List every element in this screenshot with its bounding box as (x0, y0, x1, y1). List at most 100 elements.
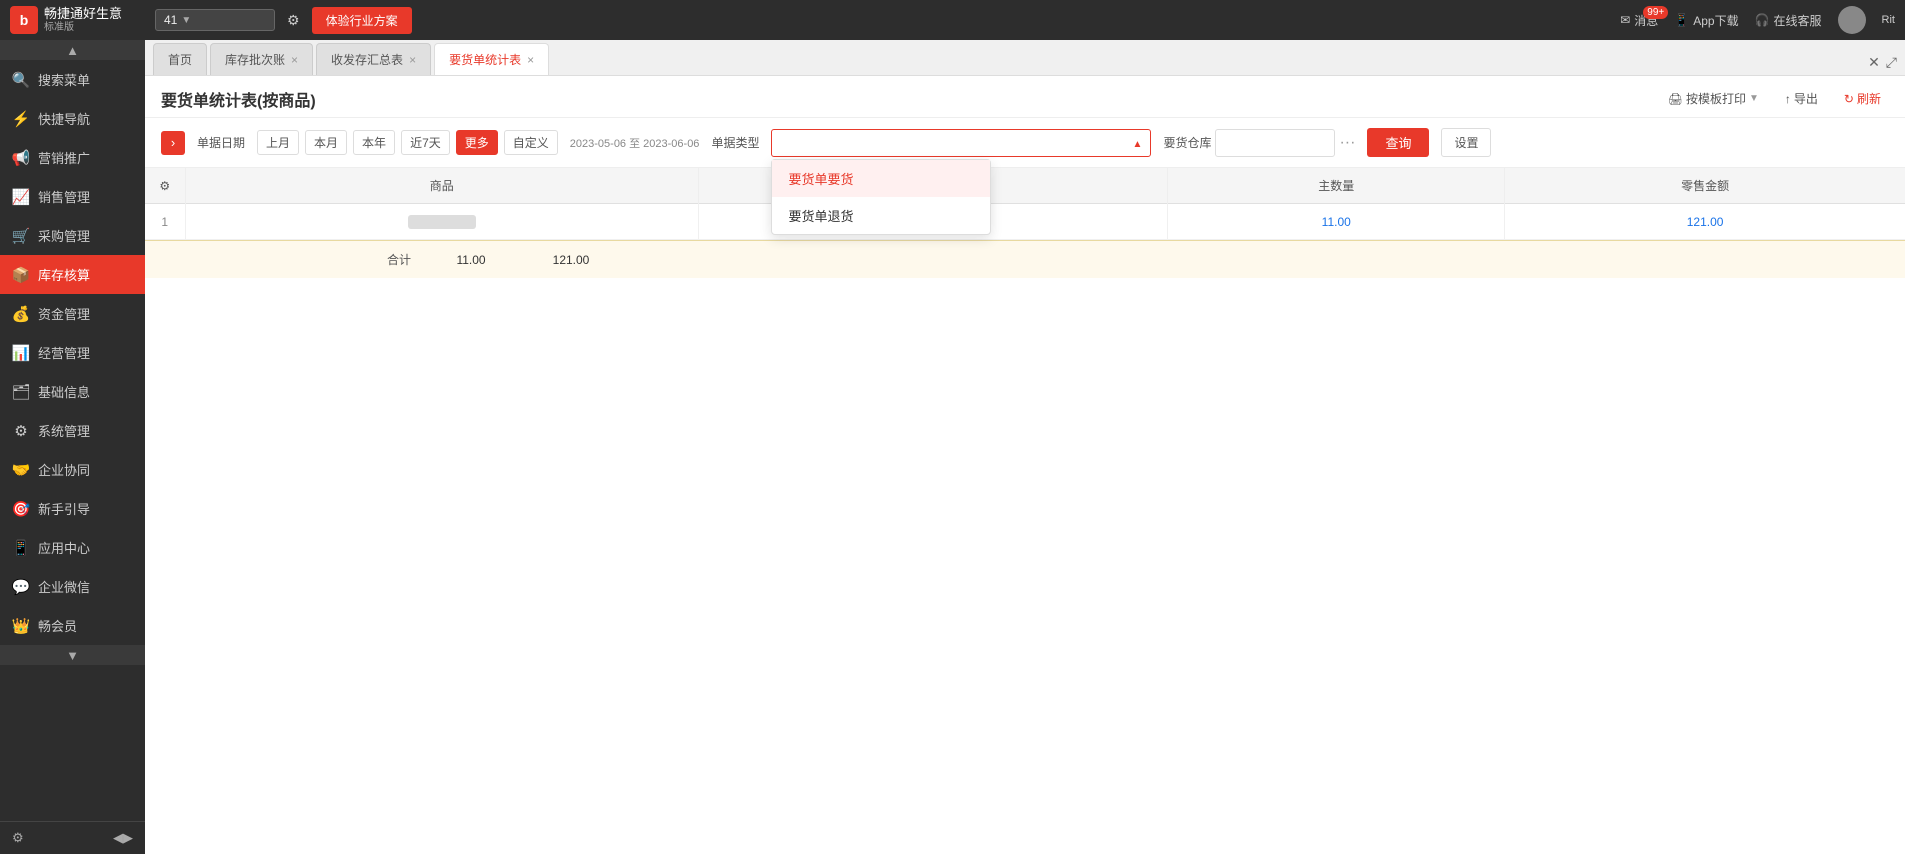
table-footer: 合计 11.00 121.00 (145, 240, 1905, 278)
tab-summary[interactable]: 收发存汇总表 × (316, 43, 431, 75)
sidebar-label-inventory: 库存核算 (38, 265, 90, 284)
sidebar-item-guide[interactable]: 🎯 新手引导 (0, 489, 145, 528)
col-product: 商品 (185, 168, 698, 204)
messages-btn[interactable]: ✉ 消息 99+ (1620, 12, 1658, 29)
tabs-bar: 首页 库存批次账 × 收发存汇总表 × 要货单统计表 × ✕ ⤢ (145, 40, 1905, 76)
tab-batch-close[interactable]: × (291, 53, 298, 67)
dropdown-item-order[interactable]: 要货单要货 (772, 160, 990, 197)
tab-home[interactable]: 首页 (153, 43, 207, 75)
app-version: 标准版 (44, 22, 122, 34)
sidebar-item-sales[interactable]: 📈 销售管理 (0, 177, 145, 216)
warehouse-filter: 要货仓库 ··· (1163, 129, 1355, 157)
print-template-btn[interactable]: 🖨 按模板打印 ▼ (1660, 86, 1767, 111)
footer-quantity: 11.00 (431, 253, 511, 267)
user-avatar[interactable] (1838, 6, 1866, 34)
sidebar-label-marketing: 营销推广 (38, 148, 90, 167)
export-btn[interactable]: ↑ 导出 (1777, 86, 1826, 111)
sidebar-item-search[interactable]: 🔍 搜索菜单 (0, 60, 145, 99)
online-service-btn[interactable]: 🎧 在线客服 (1755, 12, 1822, 29)
date-this-month-btn[interactable]: 本月 (305, 130, 347, 155)
row-quantity[interactable]: 11.00 (1168, 204, 1505, 240)
print-chevron-icon: ▼ (1749, 93, 1759, 104)
sidebar-settings-icon[interactable]: ⚙ (12, 830, 24, 846)
app-name: 畅捷通好生意 (44, 6, 122, 22)
type-select-box[interactable] (771, 129, 1151, 157)
dropdown-order-label: 要货单要货 (788, 172, 853, 187)
member-icon: 👑 (12, 617, 30, 635)
header-center: 41 ▼ ⚙ 体验行业方案 (155, 7, 1620, 34)
logo-text: 畅捷通好生意 标准版 (44, 6, 122, 34)
filter-expand-btn[interactable]: › (161, 131, 185, 155)
filter-bar: › 单据日期 上月 本月 本年 近7天 更多 自定义 2023-05-06 至 … (145, 118, 1905, 168)
sidebar-item-inventory[interactable]: 📦 库存核算 (0, 255, 145, 294)
sidebar-label-system: 系统管理 (38, 421, 90, 440)
dropdown-return-label: 要货单退货 (788, 209, 853, 224)
app-download-btn[interactable]: 📱 App下载 (1674, 12, 1738, 29)
sidebar-item-quicknav[interactable]: ⚡ 快捷导航 (0, 99, 145, 138)
sidebar-item-member[interactable]: 👑 畅会员 (0, 606, 145, 645)
sidebar-item-wechat[interactable]: 💬 企业微信 (0, 567, 145, 606)
sidebar-collapse-icon[interactable]: ◀▶ (113, 830, 133, 846)
top-header: b 畅捷通好生意 标准版 41 ▼ ⚙ 体验行业方案 ✉ 消息 99+ 📱 Ap… (0, 0, 1905, 40)
tab-expand-icon[interactable]: ⤢ (1886, 54, 1897, 71)
marketing-icon: 📢 (12, 149, 30, 167)
sidebar-scroll-down[interactable]: ▼ (0, 645, 145, 665)
sidebar: ▲ 🔍 搜索菜单 ⚡ 快捷导航 📢 营销推广 📈 销售管理 🛒 采购管理 📦 库… (0, 40, 145, 854)
company-selector[interactable]: 41 ▼ (155, 9, 275, 31)
tab-batch[interactable]: 库存批次账 × (210, 43, 313, 75)
refresh-label: 刷新 (1857, 90, 1881, 107)
sidebar-item-operation[interactable]: 📊 经营管理 (0, 333, 145, 372)
sidebar-item-basic[interactable]: 🗂 基础信息 (0, 372, 145, 411)
sidebar-label-wechat: 企业微信 (38, 577, 90, 596)
data-table: ⚙ 商品 主计量单位 主数量 零售金额 1 ████████ (145, 168, 1905, 240)
row-amount[interactable]: 121.00 (1505, 204, 1905, 240)
sidebar-item-enterprise[interactable]: 🤝 企业协同 (0, 450, 145, 489)
tab-summary-close[interactable]: × (409, 53, 416, 67)
sidebar-item-marketing[interactable]: 📢 营销推广 (0, 138, 145, 177)
warehouse-select[interactable] (1215, 129, 1335, 157)
refresh-btn[interactable]: ↻ 刷新 (1836, 86, 1889, 111)
sidebar-item-finance[interactable]: 💰 资金管理 (0, 294, 145, 333)
date-last-month-btn[interactable]: 上月 (257, 130, 299, 155)
sidebar-label-search: 搜索菜单 (38, 70, 90, 89)
guide-icon: 🎯 (12, 500, 30, 518)
filter-type-group: 要货单要货 要货单退货 (771, 129, 1151, 157)
sidebar-scroll-up[interactable]: ▲ (0, 40, 145, 60)
sidebar-bottom: ⚙ ◀▶ (0, 821, 145, 854)
product-name-blurred: ████████ (408, 215, 476, 229)
tab-close-all-icon[interactable]: ✕ (1868, 54, 1880, 71)
sidebar-item-system[interactable]: ⚙ 系统管理 (0, 411, 145, 450)
footer-amount: 121.00 (531, 253, 611, 267)
sidebar-label-enterprise: 企业协同 (38, 460, 90, 479)
trial-button[interactable]: 体验行业方案 (312, 7, 412, 34)
setup-button[interactable]: 设置 (1441, 128, 1491, 157)
row-product: ████████ (185, 204, 698, 240)
type-chevron-up-icon (1133, 136, 1143, 150)
filter-more-btn[interactable]: ··· (1339, 134, 1355, 152)
sidebar-item-appcenter[interactable]: 📱 应用中心 (0, 528, 145, 567)
query-button[interactable]: 查询 (1367, 128, 1429, 157)
date-this-year-btn[interactable]: 本年 (353, 130, 395, 155)
col-settings[interactable]: ⚙ (145, 168, 185, 204)
settings-icon[interactable]: ⚙ (283, 8, 304, 33)
service-icon: 🎧 (1755, 13, 1770, 27)
sidebar-label-basic: 基础信息 (38, 382, 90, 401)
sidebar-label-member: 畅会员 (38, 616, 77, 635)
dropdown-item-return[interactable]: 要货单退货 (772, 197, 990, 234)
wechat-icon: 💬 (12, 578, 30, 596)
tab-order-stat-close[interactable]: × (527, 53, 534, 67)
logo-icon: b (10, 6, 38, 34)
date-7days-btn[interactable]: 近7天 (401, 130, 450, 155)
export-icon: ↑ (1785, 92, 1791, 106)
tab-order-stat-label: 要货单统计表 (449, 51, 521, 68)
tab-order-stat[interactable]: 要货单统计表 × (434, 43, 549, 75)
table-row: 1 ████████ 块 11.00 121.00 (145, 204, 1905, 240)
chevron-down-icon: ▼ (181, 15, 191, 26)
sidebar-label-guide: 新手引导 (38, 499, 90, 518)
date-custom-btn[interactable]: 自定义 (504, 130, 558, 155)
finance-icon: 💰 (12, 305, 30, 323)
sidebar-item-purchase[interactable]: 🛒 采购管理 (0, 216, 145, 255)
download-icon: 📱 (1674, 13, 1689, 27)
date-more-btn[interactable]: 更多 (456, 130, 498, 155)
company-name: 41 (164, 13, 177, 27)
